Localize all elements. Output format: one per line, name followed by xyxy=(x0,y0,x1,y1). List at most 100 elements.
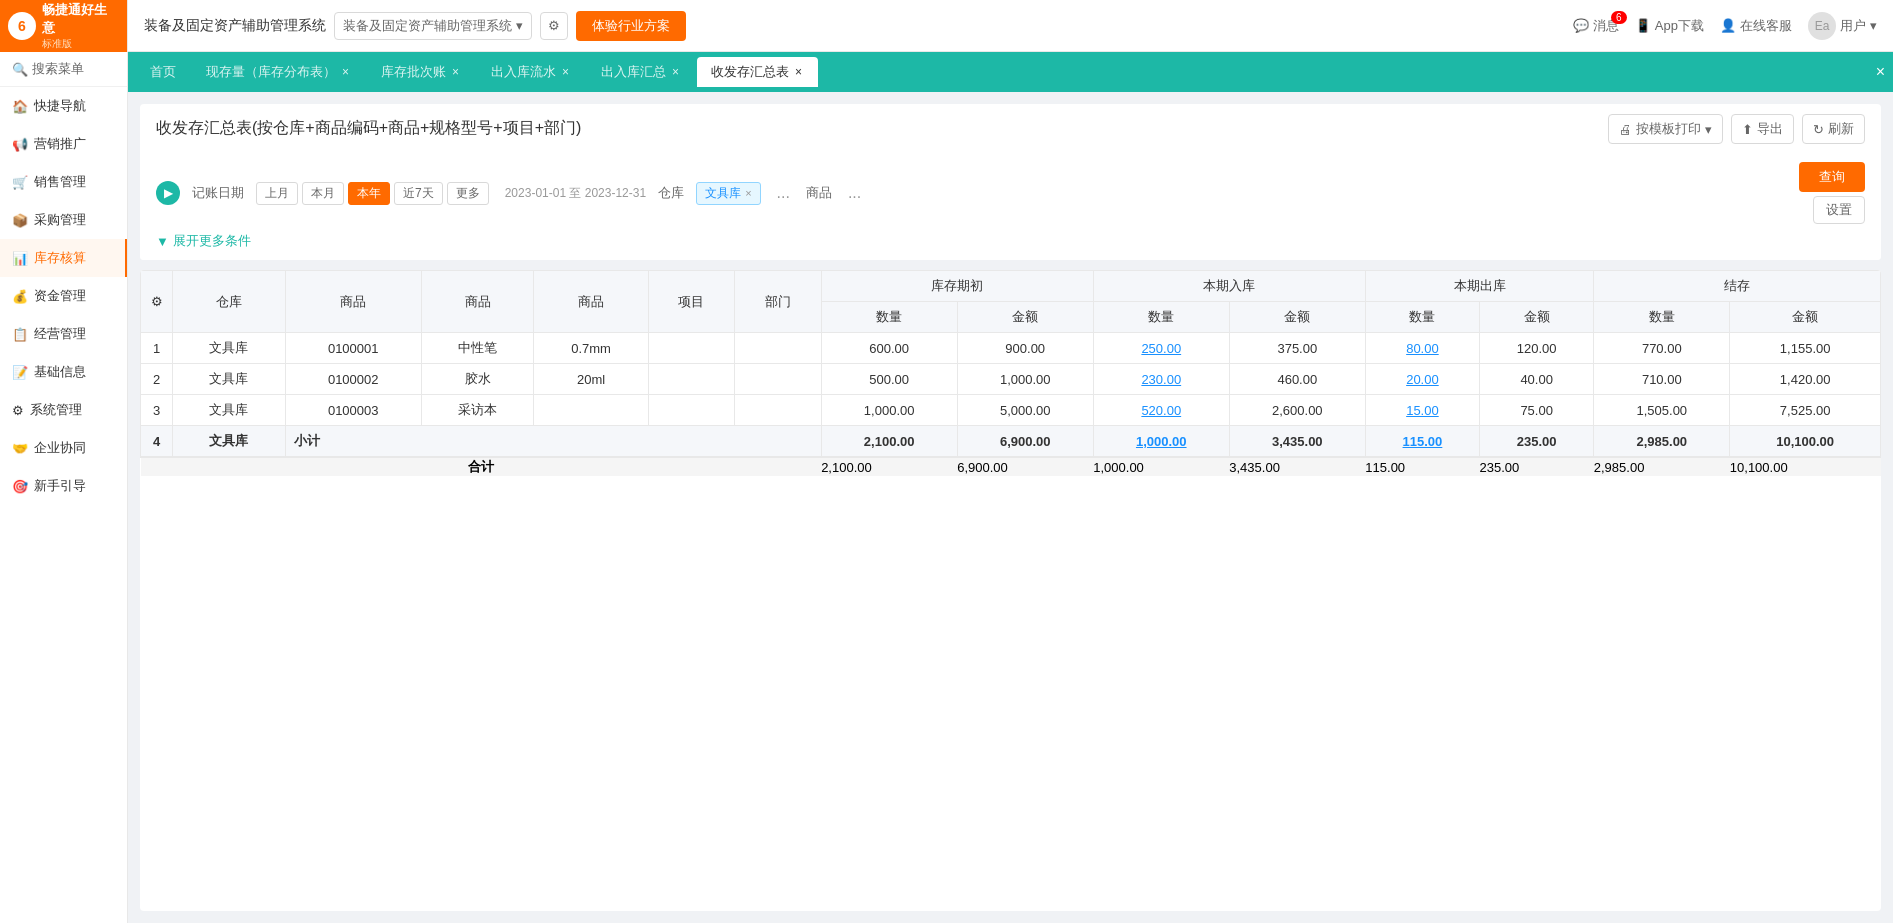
row-out-amt: 120.00 xyxy=(1480,333,1594,364)
last-month-btn[interactable]: 上月 xyxy=(256,182,298,205)
row-opening-qty: 500.00 xyxy=(821,364,957,395)
row-out-qty[interactable]: 15.00 xyxy=(1365,395,1479,426)
row-out-qty[interactable]: 20.00 xyxy=(1365,364,1479,395)
try-industry-button[interactable]: 体验行业方案 xyxy=(576,11,686,41)
sidebar-item-purchase[interactable]: 📦 采购管理 xyxy=(0,201,127,239)
message-icon: 💬 xyxy=(1573,18,1589,33)
sidebar-item-guide[interactable]: 🎯 新手引导 xyxy=(0,467,127,505)
finance-icon: 💰 xyxy=(12,289,28,304)
tab-inout-flow[interactable]: 出入库流水 × xyxy=(477,57,585,87)
goods-filter-label: 商品 xyxy=(806,184,832,202)
warehouse-tag-remove-button[interactable]: × xyxy=(745,187,751,199)
settings-gear-button[interactable]: ⚙ xyxy=(540,12,568,40)
content-area: 收发存汇总表(按仓库+商品编码+商品+规格型号+项目+部门) 🖨 按模板打印 ▾… xyxy=(128,92,1893,923)
tab-inventory-dist[interactable]: 现存量（库存分布表） × xyxy=(192,57,365,87)
col-closing-amt-header: 金额 xyxy=(1730,302,1881,333)
row-opening-amt: 900.00 xyxy=(957,333,1093,364)
sidebar-item-label: 营销推广 xyxy=(34,135,86,153)
main-area: 装备及固定资产辅助管理系统 装备及固定资产辅助管理系统 ▾ ⚙ 体验行业方案 💬… xyxy=(128,0,1893,923)
row-out-qty[interactable]: 80.00 xyxy=(1365,333,1479,364)
row-warehouse: 文具库 xyxy=(173,395,286,426)
message-button[interactable]: 💬 消息 6 xyxy=(1573,17,1619,35)
row-goods-spec xyxy=(534,395,648,426)
tab-label: 现存量（库存分布表） xyxy=(206,63,336,81)
group-period-in-header: 本期入库 xyxy=(1093,271,1365,302)
subtotal-in-amt: 3,435.00 xyxy=(1229,426,1365,458)
subtotal-no: 4 xyxy=(141,426,173,458)
row-opening-qty: 600.00 xyxy=(821,333,957,364)
system-icon: ⚙ xyxy=(12,403,24,418)
row-closing-amt: 7,525.00 xyxy=(1730,395,1881,426)
app-download-button[interactable]: 📱 App下载 xyxy=(1635,17,1704,35)
system-dropdown[interactable]: 装备及固定资产辅助管理系统 ▾ xyxy=(334,12,532,40)
row-opening-amt: 5,000.00 xyxy=(957,395,1093,426)
row-goods-code: 0100001 xyxy=(285,333,421,364)
expand-conditions-button[interactable]: ▼ 展开更多条件 xyxy=(156,232,251,250)
date-range-display: 2023-01-01 至 2023-12-31 xyxy=(505,185,646,202)
sidebar-item-sales[interactable]: 🛒 销售管理 xyxy=(0,163,127,201)
row-closing-qty: 770.00 xyxy=(1594,333,1730,364)
this-month-btn[interactable]: 本月 xyxy=(302,182,344,205)
row-in-qty[interactable]: 250.00 xyxy=(1093,333,1229,364)
sidebar-search[interactable]: 🔍 搜索菜单 xyxy=(0,52,127,87)
sidebar-logo: 6 畅捷通好生意 标准版 xyxy=(0,0,127,52)
tab-close-button[interactable]: × xyxy=(670,66,681,78)
group-period-out-header: 本期出库 xyxy=(1365,271,1593,302)
col-opening-amt-header: 金额 xyxy=(957,302,1093,333)
row-in-qty[interactable]: 230.00 xyxy=(1093,364,1229,395)
row-project xyxy=(648,364,735,395)
tab-home-label: 首页 xyxy=(150,63,176,81)
row-in-qty[interactable]: 520.00 xyxy=(1093,395,1229,426)
user-menu-button[interactable]: Ea 用户 ▾ xyxy=(1808,12,1877,40)
sidebar-item-collab[interactable]: 🤝 企业协同 xyxy=(0,429,127,467)
query-button[interactable]: 查询 xyxy=(1799,162,1865,192)
goods-more-button[interactable]: ... xyxy=(848,184,861,202)
tab-close-button[interactable]: × xyxy=(560,66,571,78)
message-badge: 6 xyxy=(1611,11,1627,24)
tab-batch[interactable]: 库存批次账 × xyxy=(367,57,475,87)
sidebar-item-finance[interactable]: 💰 资金管理 xyxy=(0,277,127,315)
data-table: ⚙ 仓库 商品 商品 商品 项目 部门 库存期初 本期入库 本期出库 结存 数量 xyxy=(140,270,1881,476)
tab-close-button[interactable]: × xyxy=(793,66,804,78)
row-closing-qty: 1,505.00 xyxy=(1594,395,1730,426)
row-project xyxy=(648,395,735,426)
filter-settings-button[interactable]: 设置 xyxy=(1813,196,1865,224)
footer-out-amt: 235.00 xyxy=(1480,457,1594,476)
row-goods-name: 中性笔 xyxy=(421,333,534,364)
tab-inout-summary[interactable]: 出入库汇总 × xyxy=(587,57,695,87)
sidebar-item-basic[interactable]: 📝 基础信息 xyxy=(0,353,127,391)
sidebar-item-label: 基础信息 xyxy=(34,363,86,381)
more-btn[interactable]: 更多 xyxy=(447,182,489,205)
online-service-button[interactable]: 👤 在线客服 xyxy=(1720,17,1792,35)
print-button[interactable]: 🖨 按模板打印 ▾ xyxy=(1608,114,1723,144)
sidebar-item-inventory[interactable]: 📊 库存核算 xyxy=(0,239,127,277)
row-closing-amt: 1,420.00 xyxy=(1730,364,1881,395)
export-button[interactable]: ⬆ 导出 xyxy=(1731,114,1794,144)
close-all-tabs-button[interactable]: × xyxy=(1876,63,1885,81)
sidebar-item-marketing[interactable]: 📢 营销推广 xyxy=(0,125,127,163)
row-dept xyxy=(735,364,822,395)
this-year-btn[interactable]: 本年 xyxy=(348,182,390,205)
subtotal-out-amt: 235.00 xyxy=(1480,426,1594,458)
refresh-button[interactable]: ↻ 刷新 xyxy=(1802,114,1865,144)
tab-label: 出入库流水 xyxy=(491,63,556,81)
tab-close-button[interactable]: × xyxy=(450,66,461,78)
tab-home[interactable]: 首页 xyxy=(136,57,190,87)
row-goods-code: 0100002 xyxy=(285,364,421,395)
sidebar-item-system[interactable]: ⚙ 系统管理 xyxy=(0,391,127,429)
subtotal-out-qty[interactable]: 115.00 xyxy=(1365,426,1479,458)
filter-toggle-button[interactable]: ▶ xyxy=(156,181,180,205)
sidebar-item-operation[interactable]: 📋 经营管理 xyxy=(0,315,127,353)
col-settings-header[interactable]: ⚙ xyxy=(141,271,173,333)
warehouse-more-button[interactable]: ... xyxy=(777,184,790,202)
sidebar-item-quick-nav[interactable]: 🏠 快捷导航 xyxy=(0,87,127,125)
tab-collect-summary[interactable]: 收发存汇总表 × xyxy=(697,57,818,87)
topbar: 装备及固定资产辅助管理系统 装备及固定资产辅助管理系统 ▾ ⚙ 体验行业方案 💬… xyxy=(128,0,1893,52)
col-closing-qty-header: 数量 xyxy=(1594,302,1730,333)
last-7-days-btn[interactable]: 近7天 xyxy=(394,182,443,205)
col-goodsspec-header: 商品 xyxy=(534,271,648,333)
subtotal-in-qty[interactable]: 1,000.00 xyxy=(1093,426,1229,458)
row-warehouse: 文具库 xyxy=(173,333,286,364)
row-goods-spec: 0.7mm xyxy=(534,333,648,364)
tab-close-button[interactable]: × xyxy=(340,66,351,78)
